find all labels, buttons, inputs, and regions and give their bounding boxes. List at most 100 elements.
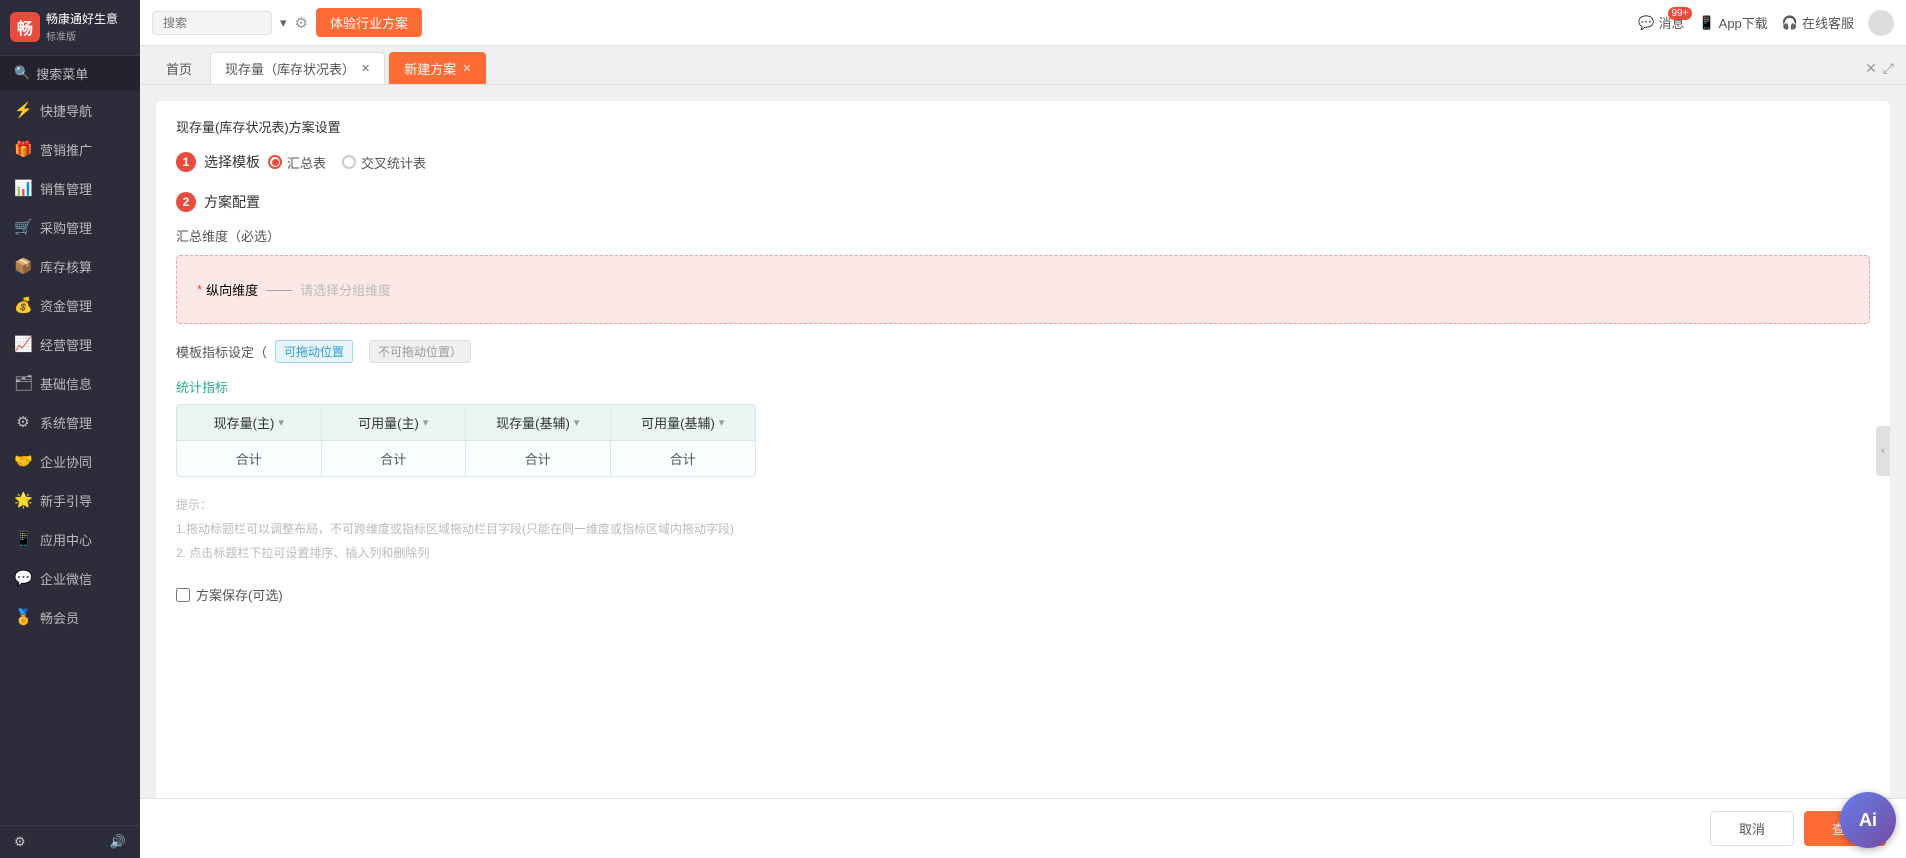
settings-icon[interactable]: ⚙ [14, 834, 26, 850]
sidebar-item-label: 应用中心 [40, 530, 92, 549]
window-expand-icon[interactable]: ⤢ [1883, 60, 1894, 77]
stats-table-body: 合计合计合计合计 [177, 441, 755, 476]
sidebar-item-base-info[interactable]: 🗂基础信息 [0, 364, 140, 403]
user-avatar[interactable] [1868, 10, 1894, 36]
member-icon: 🏅 [14, 608, 32, 626]
window-close-icon[interactable]: ✕ [1865, 60, 1877, 77]
sidebar-item-marketing[interactable]: 🎁 营销推广 [0, 130, 140, 169]
template-radio-group: 汇总表 交叉统计表 [268, 153, 426, 172]
summary-dim-label: 汇总维度（必选） [176, 226, 1870, 245]
sidebar-menu: ⚡快捷导航 🎁 营销推广 📊销售管理 🛒 采购管理 📦 库存核算 💰资金管理📈经营管理🗂基础信息… [0, 91, 140, 825]
newbie-icon: 🌟 [14, 491, 32, 509]
search-icon: 🔍 [14, 65, 30, 81]
app-center-icon: 📱 [14, 530, 32, 548]
arrow-icon: —— [266, 282, 292, 297]
sidebar: 畅 畅康通好生意 标准版 🔍 搜索菜单 ⚡快捷导航 🎁 营销推广 📊销售管理 🛒 采购管理… [0, 0, 140, 858]
topbar-search-input[interactable] [152, 11, 272, 35]
tab-home[interactable]: 首页 [152, 53, 206, 84]
radio-cross[interactable]: 交叉统计表 [342, 153, 426, 172]
sidebar-item-label: 新手引导 [40, 491, 92, 510]
sidebar-item-operations[interactable]: 📈经营管理 [0, 325, 140, 364]
sidebar-item-app-center[interactable]: 📱 应用中心 [0, 520, 140, 559]
right-edge-collapse[interactable]: ‹ [1876, 426, 1890, 476]
section-choose-template: 1 选择模板 汇总表 交叉统计表 [176, 152, 1870, 172]
sidebar-item-label: 快捷导航 [40, 101, 92, 120]
radio-cross-circle [342, 155, 356, 169]
inventory-icon: 📦 [14, 257, 32, 275]
sidebar-item-label: 企业微信 [40, 569, 92, 588]
sidebar-item-purchase[interactable]: 🛒 采购管理 [0, 208, 140, 247]
sidebar-item-sales[interactable]: 📊销售管理 [0, 169, 140, 208]
stats-section-title: 统计指标 [176, 377, 1870, 396]
stats-cell-current-aux: 合计 [466, 441, 611, 476]
cooperation-icon: 🤝 [14, 452, 32, 470]
operations-icon: 📈 [14, 335, 32, 353]
topbar-right: 💬 消息 99+ 📱 App下载 🎧 在线客服 [1638, 10, 1894, 36]
col-dropdown-icon[interactable]: ▾ [719, 416, 725, 429]
purchase-icon: 🛒 [14, 218, 32, 236]
tab-new-plan[interactable]: 新建方案 ✕ [389, 52, 486, 84]
radio-summary[interactable]: 汇总表 [268, 153, 326, 172]
radio-summary-circle [268, 155, 282, 169]
draggable-badge: 可拖动位置 [275, 340, 353, 363]
stats-table-header: 现存量(主)▾可用量(主)▾现存量(基辅)▾可用量(基辅)▾ [177, 405, 755, 441]
stats-col-current-aux[interactable]: 现存量(基辅)▾ [466, 405, 611, 441]
stats-col-available-aux[interactable]: 可用量(基辅)▾ [611, 405, 756, 441]
sidebar-item-label: 库存核算 [40, 257, 92, 276]
save-option-row: 方案保存(可选) [176, 585, 1870, 604]
col-dropdown-icon[interactable]: ▾ [278, 416, 284, 429]
wechat-icon: 💬 [14, 569, 32, 587]
sidebar-item-label: 营销推广 [40, 140, 92, 159]
ai-button[interactable]: Ai [1840, 792, 1896, 848]
sidebar-search[interactable]: 🔍 搜索菜单 [0, 56, 140, 91]
sidebar-item-cooperation[interactable]: 🤝企业协同 [0, 442, 140, 481]
trial-btn[interactable]: 体验行业方案 [316, 8, 422, 37]
settings-gear-icon[interactable]: ⚙ [295, 14, 308, 32]
sidebar-item-inventory[interactable]: 📦 库存核算 [0, 247, 140, 286]
app-download-btn[interactable]: 📱 App下载 [1698, 13, 1767, 32]
sidebar-item-finance[interactable]: 💰资金管理 [0, 286, 140, 325]
save-option-label: 方案保存(可选) [196, 585, 283, 604]
save-checkbox[interactable] [176, 588, 190, 602]
vertical-dim-area[interactable]: * 纵向维度 —— 请选择分组维度 [176, 255, 1870, 324]
stats-cell-available-main: 合计 [322, 441, 467, 476]
indicator-settings: 模板指标设定（ 可拖动位置 不可拖动位置） [176, 340, 1870, 363]
sidebar-bottom: ⚙ 🔊 [0, 825, 140, 858]
tips-section: 提示： 1.拖动标题栏可以调整布局，不可跨维度或指标区域拖动栏目字段(只能在同一… [176, 493, 1870, 565]
tab-new-plan-close-icon[interactable]: ✕ [462, 62, 471, 75]
tab-inventory-close-icon[interactable]: ✕ [361, 62, 370, 75]
message-btn[interactable]: 💬 消息 99+ [1638, 13, 1684, 32]
panel-title: 现存量(库存状况表)方案设置 [176, 117, 1870, 136]
section2-header: 2 方案配置 [176, 192, 1870, 212]
topbar-dropdown-button[interactable]: ▾ [280, 15, 287, 31]
sidebar-item-quick-nav[interactable]: ⚡快捷导航 [0, 91, 140, 130]
finance-icon: 💰 [14, 296, 32, 314]
sidebar-item-label: 采购管理 [40, 218, 92, 237]
col-dropdown-icon[interactable]: ▾ [574, 416, 580, 429]
marketing-icon: 🎁 [14, 140, 32, 158]
tip-item: 2. 点击标题栏下拉可设置排序、插入列和删除列 [176, 541, 1870, 565]
stats-col-current-main[interactable]: 现存量(主)▾ [177, 405, 322, 441]
content-panel: 现存量(库存状况表)方案设置 1 选择模板 汇总表 交叉统计表 [156, 101, 1890, 798]
cancel-button[interactable]: 取消 [1710, 811, 1794, 846]
tabbar: 首页 现存量（库存状况表） ✕ 新建方案 ✕ ✕ ⤢ [140, 46, 1906, 85]
sidebar-item-newbie[interactable]: 🌟 新手引导 [0, 481, 140, 520]
sidebar-item-wechat[interactable]: 💬 企业微信 [0, 559, 140, 598]
sidebar-item-system[interactable]: ⚙系统管理 [0, 403, 140, 442]
sidebar-logo: 畅 畅康通好生意 标准版 [0, 0, 140, 56]
topbar: ▾ ⚙ 体验行业方案 💬 消息 99+ 📱 App下载 🎧 在线客服 [140, 0, 1906, 46]
tab-inventory-status[interactable]: 现存量（库存状况表） ✕ [210, 52, 385, 84]
content-area: 现存量(库存状况表)方案设置 1 选择模板 汇总表 交叉统计表 [140, 85, 1906, 798]
app-name: 畅康通好生意 标准版 [46, 12, 118, 43]
audio-icon[interactable]: 🔊 [110, 834, 126, 850]
sidebar-item-label: 销售管理 [40, 179, 92, 198]
stats-col-available-main[interactable]: 可用量(主)▾ [322, 405, 467, 441]
online-service-btn[interactable]: 🎧 在线客服 [1782, 13, 1854, 32]
app-logo-icon: 畅 [10, 12, 40, 42]
col-dropdown-icon[interactable]: ▾ [423, 416, 429, 429]
system-icon: ⚙ [14, 413, 32, 431]
indicator-settings-label: 模板指标设定（ 可拖动位置 不可拖动位置） [176, 340, 1870, 363]
required-star: * [197, 282, 202, 297]
stats-cell-current-main: 合计 [177, 441, 322, 476]
sidebar-item-member[interactable]: 🏅畅会员 [0, 598, 140, 637]
